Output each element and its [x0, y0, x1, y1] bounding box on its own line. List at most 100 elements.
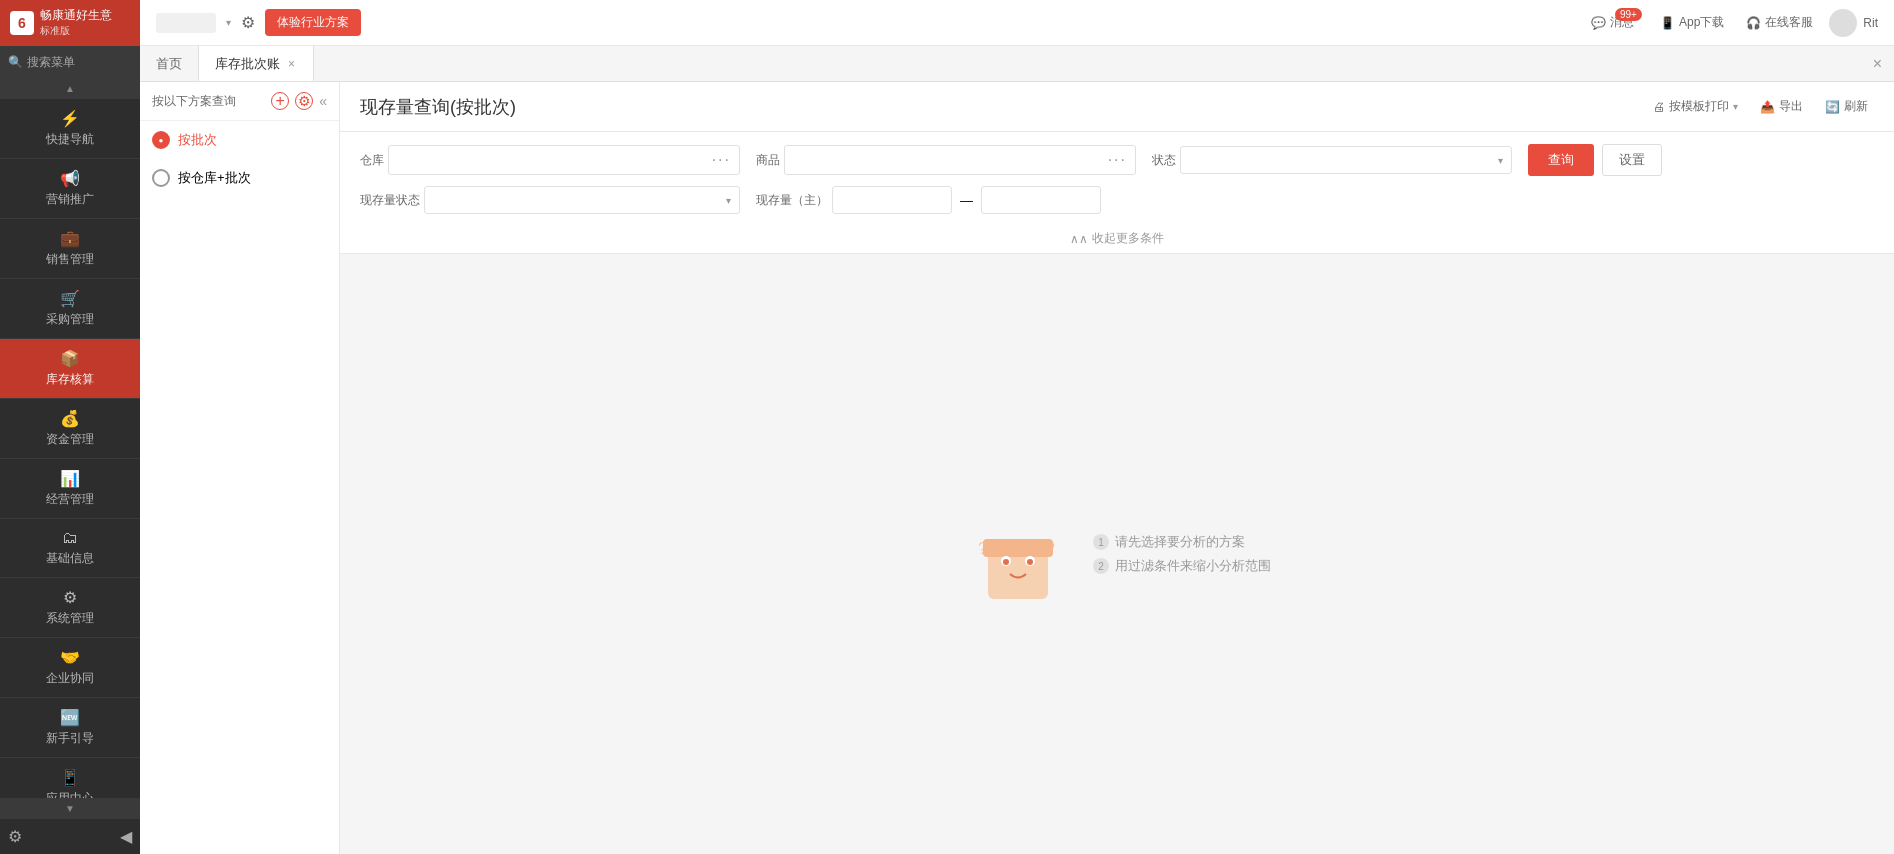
tab-bar: 首页 库存批次账 × × [140, 46, 1894, 82]
refresh-icon: 🔄 [1825, 100, 1840, 114]
page-actions: 🖨 按模板打印 ▾ 📤 导出 🔄 刷新 [1647, 94, 1874, 119]
inventory-icon: 📦 [60, 349, 80, 368]
topbar-left: ▾ ⚙ 体验行业方案 [156, 9, 361, 36]
sidebar-item-label: 采购管理 [46, 311, 94, 328]
sales-icon: 💼 [60, 229, 80, 248]
main-content: 现存量查询(按批次) 🖨 按模板打印 ▾ 📤 导出 🔄 刷新 [340, 82, 1894, 854]
product-input[interactable]: ··· [784, 145, 1136, 175]
app-icon: 6 [10, 11, 34, 35]
sidebar: 6 畅康通好生意 标准版 🔍 搜索菜单 ▲ ⚡ 快捷导航 📢 营销推广 💼 销售… [0, 0, 140, 854]
guide-icon: 🆕 [60, 708, 80, 727]
left-panel-header: 按以下方案查询 + ⚙ « [140, 82, 339, 121]
filter-inventory-qty: 现存量（主） — [756, 186, 1136, 214]
sidebar-search[interactable]: 🔍 搜索菜单 [0, 46, 140, 79]
svg-point-4 [1003, 559, 1009, 565]
collapse-bar[interactable]: ∧∧ 收起更多条件 [360, 224, 1874, 253]
headset-icon: 🎧 [1746, 16, 1761, 30]
main-area: ▾ ⚙ 体验行业方案 💬 消息 99+ 📱 App下载 🎧 在线客服 Rit [140, 0, 1894, 854]
footer-collapse-icon[interactable]: ◀ [120, 827, 132, 846]
online-service-label: 在线客服 [1765, 14, 1813, 31]
panel-header-icons: + ⚙ « [271, 92, 327, 110]
sidebar-item-label: 应用中心 [46, 790, 94, 798]
scroll-down-btn[interactable]: ▼ [0, 798, 140, 818]
inventory-qty-from[interactable] [832, 186, 952, 214]
search-icon: 🔍 [8, 55, 23, 69]
sidebar-item-enterprise[interactable]: 🤝 企业协同 [0, 638, 140, 698]
scheme-item-by-batch[interactable]: ● 按批次 [140, 121, 339, 159]
sidebar-item-inventory[interactable]: 📦 库存核算 [0, 339, 140, 399]
chevron-up-icon: ∧∧ [1070, 232, 1088, 246]
sidebar-item-appstore[interactable]: 📱 应用中心 [0, 758, 140, 798]
warehouse-dots: ··· [712, 151, 731, 169]
sidebar-header: 6 畅康通好生意 标准版 [0, 0, 140, 46]
product-label: 商品 [756, 152, 780, 169]
print-button[interactable]: 🖨 按模板打印 ▾ [1647, 94, 1744, 119]
collapse-label: 收起更多条件 [1092, 230, 1164, 247]
messages-badge: 99+ [1615, 8, 1642, 21]
svg-point-5 [1027, 559, 1033, 565]
dropdown-arrow-icon[interactable]: ▾ [226, 17, 231, 28]
filter-area: 仓库 ··· 商品 ··· 状态 [340, 132, 1894, 254]
sidebar-item-label: 快捷导航 [46, 131, 94, 148]
export-icon: 📤 [1760, 100, 1775, 114]
empty-state: ? ? 1 请先选择要分析的方案 2 用过滤条件来缩小分析范围 [340, 254, 1894, 854]
tab-close-icon[interactable]: × [286, 55, 297, 73]
step2-num: 2 [1093, 558, 1109, 574]
tab-inventory-batch[interactable]: 库存批次账 × [199, 46, 314, 81]
query-button[interactable]: 查询 [1528, 144, 1594, 176]
sidebar-item-sales[interactable]: 💼 销售管理 [0, 219, 140, 279]
refresh-label: 刷新 [1844, 98, 1868, 115]
sidebar-item-marketing[interactable]: 📢 营销推广 [0, 159, 140, 219]
tab-home[interactable]: 首页 [140, 46, 199, 81]
status-select[interactable]: ▾ [1180, 146, 1512, 174]
sidebar-item-guide[interactable]: 🆕 新手引导 [0, 698, 140, 758]
finance-icon: 💰 [60, 409, 80, 428]
panel-collapse-icon[interactable]: « [319, 93, 327, 109]
sidebar-footer: ⚙ ◀ [0, 818, 140, 854]
settings-button[interactable]: 设置 [1602, 144, 1662, 176]
warehouse-input[interactable]: ··· [388, 145, 740, 175]
panel-add-icon[interactable]: + [271, 92, 289, 110]
sidebar-item-purchase[interactable]: 🛒 采购管理 [0, 279, 140, 339]
topbar-settings-icon[interactable]: ⚙ [241, 13, 255, 32]
filter-warehouse: 仓库 ··· [360, 145, 740, 175]
export-button[interactable]: 📤 导出 [1754, 94, 1809, 119]
scheme-label-by-warehouse-batch: 按仓库+批次 [178, 169, 251, 187]
sidebar-item-quick-nav[interactable]: ⚡ 快捷导航 [0, 99, 140, 159]
scroll-up-btn[interactable]: ▲ [0, 79, 140, 99]
footer-settings-icon[interactable]: ⚙ [8, 827, 22, 846]
sidebar-item-base[interactable]: 🗂 基础信息 [0, 519, 140, 578]
online-service-button[interactable]: 🎧 在线客服 [1746, 14, 1813, 31]
topbar: ▾ ⚙ 体验行业方案 💬 消息 99+ 📱 App下载 🎧 在线客服 Rit [140, 0, 1894, 46]
app-download-label: App下载 [1679, 14, 1724, 31]
user-area[interactable]: Rit [1829, 9, 1878, 37]
sidebar-item-finance[interactable]: 💰 资金管理 [0, 399, 140, 459]
app-download-button[interactable]: 📱 App下载 [1660, 14, 1724, 31]
page-header: 现存量查询(按批次) 🖨 按模板打印 ▾ 📤 导出 🔄 刷新 [340, 82, 1894, 132]
base-icon: 🗂 [62, 529, 78, 547]
marketing-icon: 📢 [60, 169, 80, 188]
messages-button[interactable]: 💬 消息 99+ [1591, 14, 1634, 31]
scheme-item-by-warehouse-batch[interactable]: 按仓库+批次 [140, 159, 339, 197]
inventory-qty-label: 现存量（主） [756, 192, 828, 209]
sidebar-item-label: 营销推广 [46, 191, 94, 208]
left-panel: 按以下方案查询 + ⚙ « ● 按批次 按仓库+批次 [140, 82, 340, 854]
panel-settings-icon[interactable]: ⚙ [295, 92, 313, 110]
scheme-dot-inactive [152, 169, 170, 187]
sidebar-item-system[interactable]: ⚙ 系统管理 [0, 578, 140, 638]
print-dropdown-icon[interactable]: ▾ [1733, 101, 1738, 112]
enterprise-icon: 🤝 [60, 648, 80, 667]
scheme-label-by-batch: 按批次 [178, 131, 217, 149]
breadcrumb-input [156, 13, 216, 33]
inventory-qty-to[interactable] [981, 186, 1101, 214]
sidebar-item-business[interactable]: 📊 经营管理 [0, 459, 140, 519]
trial-button[interactable]: 体验行业方案 [265, 9, 361, 36]
svg-rect-1 [983, 539, 1053, 557]
action-btns: 查询 设置 [1528, 144, 1662, 176]
filter-inventory-status: 现存量状态 ▾ [360, 186, 740, 214]
tab-bar-close-button[interactable]: × [1861, 55, 1894, 73]
refresh-button[interactable]: 🔄 刷新 [1819, 94, 1874, 119]
inventory-status-select[interactable]: ▾ [424, 186, 740, 214]
empty-step1: 请先选择要分析的方案 [1115, 533, 1245, 551]
export-label: 导出 [1779, 98, 1803, 115]
